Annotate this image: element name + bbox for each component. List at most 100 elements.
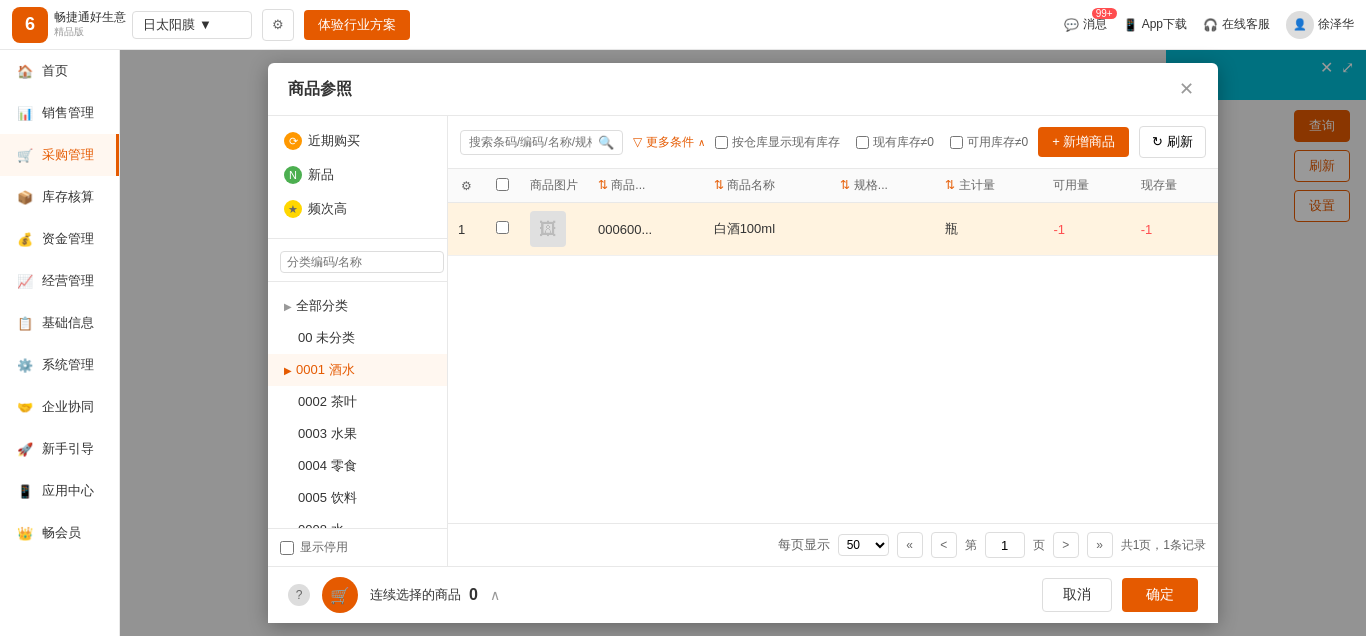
cat-label-uncategorized: 00 未分类 xyxy=(284,329,355,347)
app-download-button[interactable]: 📱 App下载 xyxy=(1123,16,1187,33)
sidebar-item-enterprise[interactable]: 🤝 企业协同 xyxy=(0,386,119,428)
apps-icon: 📱 xyxy=(16,482,34,500)
message-button[interactable]: 💬 消息 99+ xyxy=(1064,16,1107,33)
cat-item-all[interactable]: ▶ 全部分类 xyxy=(268,290,447,322)
sidebar-label-operations: 经营管理 xyxy=(42,272,94,290)
show-disabled-label: 显示停用 xyxy=(300,539,348,556)
last-page-button[interactable]: » xyxy=(1087,532,1113,558)
home-icon: 🏠 xyxy=(16,62,34,80)
next-page-button[interactable]: > xyxy=(1053,532,1079,558)
sales-icon: 📊 xyxy=(16,104,34,122)
sidebar-label-system: 系统管理 xyxy=(42,356,94,374)
available-filter-checkbox[interactable] xyxy=(856,136,869,149)
cancel-button[interactable]: 取消 xyxy=(1042,578,1112,612)
new-product-icon: N xyxy=(284,166,302,184)
sidebar-item-basic-info[interactable]: 📋 基础信息 xyxy=(0,302,119,344)
cat-item-uncategorized[interactable]: 00 未分类 xyxy=(268,322,447,354)
row-checkbox[interactable] xyxy=(496,221,509,234)
table-row[interactable]: 1 🖼 000600... 白酒100ml 瓶 xyxy=(448,203,1218,256)
sort-icon-name: ⇅ xyxy=(714,178,724,192)
product-search-input[interactable] xyxy=(469,135,592,149)
modal-title: 商品参照 xyxy=(288,79,352,100)
show-disabled-area: 显示停用 xyxy=(268,528,447,566)
sidebar-item-system[interactable]: ⚙️ 系统管理 xyxy=(0,344,119,386)
basic-info-icon: 📋 xyxy=(16,314,34,332)
filter-label: 更多条件 xyxy=(646,134,694,151)
logo-area: 6 畅捷通好生意 精品版 xyxy=(12,7,132,43)
cat-item-tea[interactable]: 0002 茶叶 xyxy=(268,386,447,418)
product-thumbnail: 🖼 xyxy=(530,211,566,247)
product-table-container: ⚙ 商品图片 ⇅ 商品... xyxy=(448,169,1218,523)
logo-sub: 精品版 xyxy=(54,25,126,39)
help-icon-button[interactable]: ? xyxy=(288,584,310,606)
sort-icon-unit: ⇅ xyxy=(945,178,955,192)
user-avatar[interactable]: 👤 徐泽华 xyxy=(1286,11,1354,39)
category-tree: ▶ 全部分类 00 未分类 ▶ 0001 酒水 0002 茶 xyxy=(268,282,447,528)
td-spec xyxy=(830,203,935,256)
refresh-button[interactable]: ↻ 刷新 xyxy=(1139,126,1206,158)
sidebar-item-home[interactable]: 🏠 首页 xyxy=(0,50,119,92)
search-icon[interactable]: 🔍 xyxy=(598,135,614,150)
sidebar-item-inventory[interactable]: 📦 库存核算 xyxy=(0,176,119,218)
selected-count-badge: 0 xyxy=(469,586,478,604)
th-checkbox xyxy=(484,169,520,203)
more-filter-button[interactable]: ▽ 更多条件 ∧ xyxy=(633,134,705,151)
store-name: 日太阳膜 xyxy=(143,16,195,34)
per-page-select[interactable]: 50 10 20 100 xyxy=(838,534,889,556)
category-search-input[interactable] xyxy=(280,251,444,273)
page-info: 共1页，1条记录 xyxy=(1121,537,1206,554)
confirm-button[interactable]: 确定 xyxy=(1122,578,1198,612)
sidebar-item-operations[interactable]: 📈 经营管理 xyxy=(0,260,119,302)
sidebar-label-home: 首页 xyxy=(42,62,68,80)
first-page-button[interactable]: « xyxy=(897,532,923,558)
select-all-checkbox[interactable] xyxy=(496,178,509,191)
table-body: 1 🖼 000600... 白酒100ml 瓶 xyxy=(448,203,1218,256)
sidebar-item-guide[interactable]: 🚀 新手引导 xyxy=(0,428,119,470)
sidebar-item-finance[interactable]: 💰 资金管理 xyxy=(0,218,119,260)
show-disabled-checkbox[interactable] xyxy=(280,541,294,555)
category-search-area: 🔍 xyxy=(268,243,447,282)
usable-filter-checkbox[interactable] xyxy=(950,136,963,149)
experience-button[interactable]: 体验行业方案 xyxy=(304,10,410,40)
prev-page-button[interactable]: < xyxy=(931,532,957,558)
quick-item-recent[interactable]: ⟳ 近期购买 xyxy=(268,124,447,158)
sidebar-item-apps[interactable]: 📱 应用中心 xyxy=(0,470,119,512)
warehouse-filter-checkbox[interactable] xyxy=(715,136,728,149)
add-product-button[interactable]: + 新增商品 xyxy=(1038,127,1129,157)
sidebar-item-member[interactable]: 👑 畅会员 xyxy=(0,512,119,554)
cat-item-fruit[interactable]: 0003 水果 xyxy=(268,418,447,450)
settings-icon-button[interactable]: ⚙ xyxy=(262,9,294,41)
enterprise-icon: 🤝 xyxy=(16,398,34,416)
cat-item-snacks[interactable]: 0004 零食 xyxy=(268,450,447,482)
sidebar-item-purchase[interactable]: 🛒 采购管理 xyxy=(0,134,119,176)
cat-item-beverage[interactable]: 0005 饮料 xyxy=(268,482,447,514)
logo-text: 畅捷通好生意 xyxy=(54,10,126,26)
filter-arrow-icon: ∧ xyxy=(698,137,705,148)
product-search-bar: 🔍 xyxy=(460,130,623,155)
recent-icon: ⟳ xyxy=(284,132,302,150)
operations-icon: 📈 xyxy=(16,272,34,290)
continuous-select-area: 连续选择的商品 0 xyxy=(370,586,478,604)
footer-buttons: 取消 确定 xyxy=(1042,578,1198,612)
quick-item-frequent[interactable]: ★ 频次高 xyxy=(268,192,447,226)
available-filter-label[interactable]: 现有库存≠0 xyxy=(856,134,934,151)
page-number-input[interactable] xyxy=(985,532,1025,558)
topbar-center: 日太阳膜 ▼ ⚙ 体验行业方案 xyxy=(132,9,1064,41)
td-image: 🖼 xyxy=(520,203,588,256)
warehouse-filter-label[interactable]: 按仓库显示现有库存 xyxy=(715,134,840,151)
store-selector[interactable]: 日太阳膜 ▼ xyxy=(132,11,252,39)
cat-item-water[interactable]: 0008 水 xyxy=(268,514,447,528)
available-filter-text: 现有库存≠0 xyxy=(873,134,934,151)
usable-filter-label[interactable]: 可用库存≠0 xyxy=(950,134,1028,151)
th-available: 可用量 xyxy=(1043,169,1130,203)
cart-button[interactable]: 🛒 xyxy=(322,577,358,613)
th-image: 商品图片 xyxy=(520,169,588,203)
sidebar-item-sales[interactable]: 📊 销售管理 xyxy=(0,92,119,134)
avatar-image: 👤 xyxy=(1286,11,1314,39)
th-stock: 现存量 xyxy=(1131,169,1218,203)
collapse-arrow-icon[interactable]: ∧ xyxy=(490,587,500,603)
modal-close-button[interactable]: ✕ xyxy=(1174,77,1198,101)
online-service-button[interactable]: 🎧 在线客服 xyxy=(1203,16,1270,33)
quick-item-new[interactable]: N 新品 xyxy=(268,158,447,192)
cat-item-liquor[interactable]: ▶ 0001 酒水 xyxy=(268,354,447,386)
